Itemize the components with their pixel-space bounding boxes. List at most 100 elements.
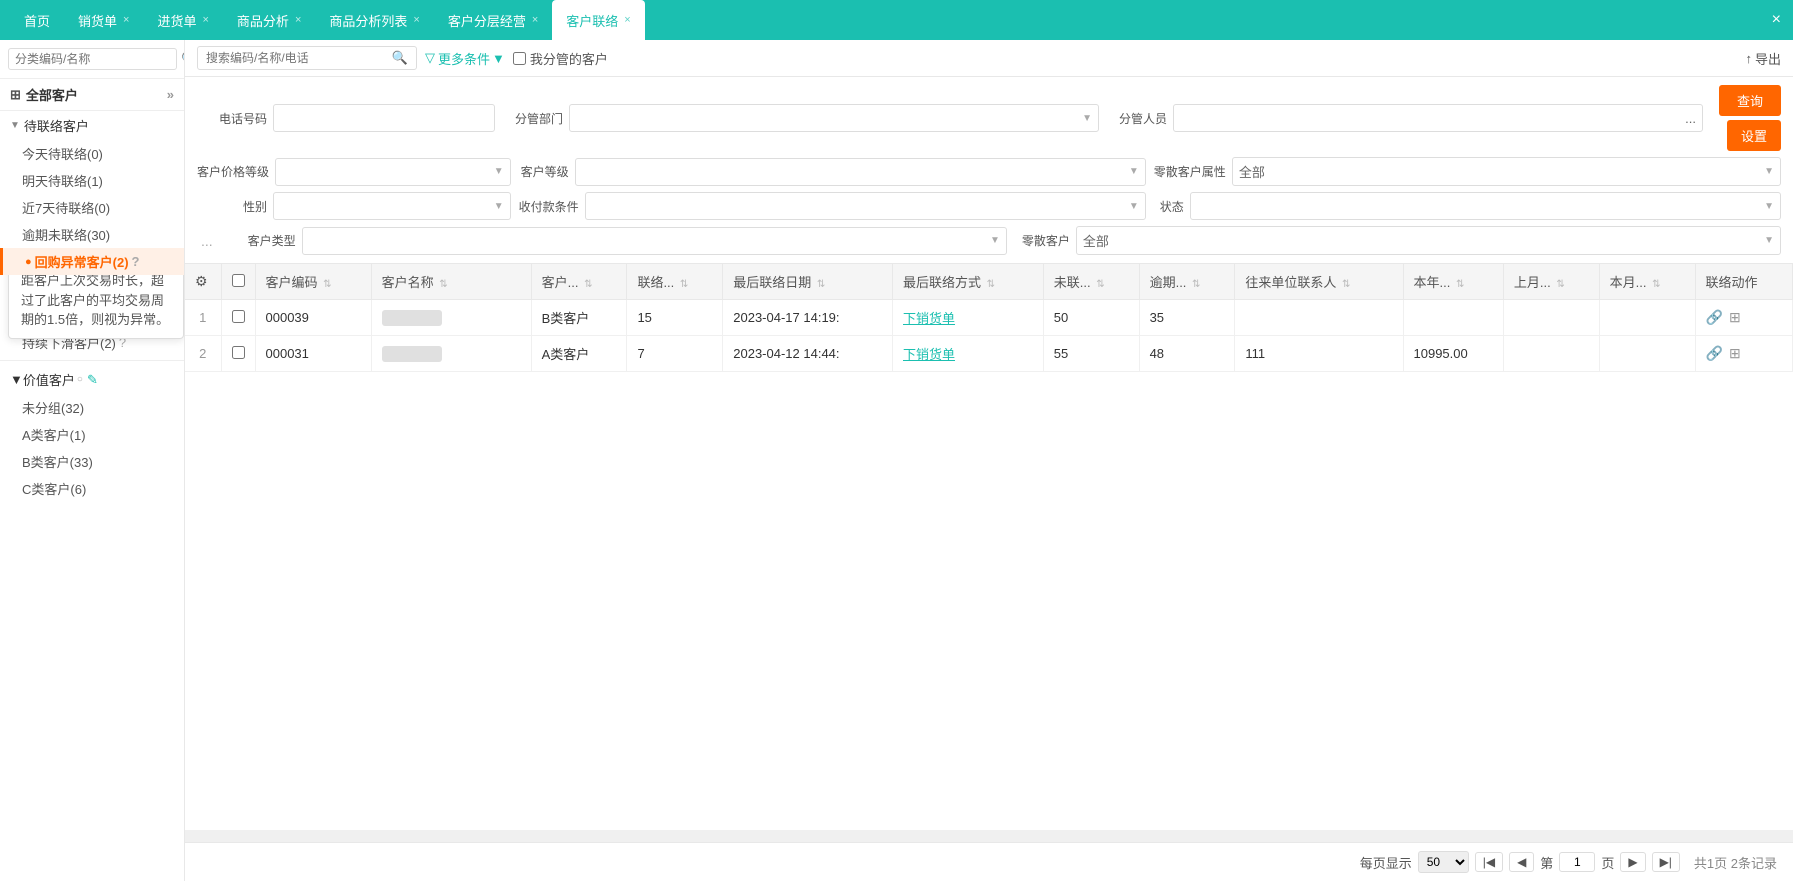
person-label: 分管人员 [1107, 110, 1167, 127]
row-grid-icon[interactable]: ⊞ [1729, 345, 1741, 362]
nav-customer-segment[interactable]: 客户分层经营 × [434, 0, 552, 40]
sidebar-item-today[interactable]: 今天待联络(0) [0, 140, 184, 167]
retail-customer-select[interactable]: 全部 ▼ [1076, 226, 1781, 255]
sidebar-collapse-icon[interactable]: » [167, 87, 174, 102]
col-name[interactable]: 客户名称 ⇅ [371, 264, 531, 300]
close-sales-order-icon[interactable]: × [123, 14, 129, 26]
status-select[interactable]: ▼ [1190, 192, 1781, 220]
row-link-icon[interactable]: 🔗 [1706, 345, 1723, 362]
sidebar-item-unclassified[interactable]: 未分组(32) [0, 394, 184, 421]
row-num: 1 [185, 300, 221, 336]
grid-icon: ⊞ [10, 87, 21, 103]
prev-page-button[interactable]: ◀ [1509, 852, 1534, 872]
price-group-arrow-icon: ▼ [10, 372, 23, 387]
my-customers-checkbox[interactable] [513, 52, 526, 65]
nav-purchase-order[interactable]: 进货单 × [143, 0, 222, 40]
col-last-date[interactable]: 最后联络日期 ⇅ [723, 264, 893, 300]
export-button[interactable]: ↑ 导出 [1745, 49, 1781, 68]
col-type[interactable]: 客户... ⇅ [531, 264, 627, 300]
row-last-date: 2023-04-12 14:44: [723, 336, 893, 372]
table-settings-icon[interactable]: ⚙ [195, 273, 208, 289]
price-select-arrow: ▼ [494, 166, 504, 177]
sidebar-item-overdue[interactable]: 逾期未联络(30) [0, 221, 184, 248]
col-code[interactable]: 客户编码 ⇅ [255, 264, 371, 300]
close-purchase-order-icon[interactable]: × [202, 14, 208, 26]
col-last-month[interactable]: 上月... ⇅ [1503, 264, 1599, 300]
filter-customer-level: 客户等级 ▼ [519, 158, 1146, 186]
per-page-select[interactable]: 50 100 200 [1418, 851, 1469, 873]
customer-level-select[interactable]: ▼ [575, 158, 1146, 186]
col-contact-count[interactable]: 联络... ⇅ [627, 264, 723, 300]
search-icon[interactable]: 🔍 [392, 50, 408, 66]
close-all-tabs-button[interactable]: × [1772, 11, 1781, 29]
filter-retail-attr: 零散客户属性 全部 ▼ [1154, 157, 1781, 186]
row-contacts: 111 [1235, 336, 1403, 372]
nav-product-analysis[interactable]: 商品分析 × [223, 0, 315, 40]
last-page-button[interactable]: ▶| [1652, 852, 1680, 872]
row-unlinked: 55 [1043, 336, 1139, 372]
retail-attr-label: 零散客户属性 [1154, 163, 1226, 180]
pending-group-title[interactable]: ▼ 待联络客户 [0, 111, 184, 140]
select-all-checkbox[interactable] [232, 274, 245, 287]
col-checkbox [221, 264, 255, 300]
row-checkbox[interactable] [232, 310, 245, 323]
my-customers-filter[interactable]: 我分管的客户 [513, 49, 608, 68]
more-conditions-button[interactable]: ▽ 更多条件 ▼ [425, 49, 505, 68]
row-grid-icon[interactable]: ⊞ [1729, 309, 1741, 326]
sidebar-item-tomorrow[interactable]: 明天待联络(1) [0, 167, 184, 194]
payment-select[interactable]: ▼ [585, 192, 1146, 220]
sidebar-search-input[interactable] [8, 48, 177, 70]
sidebar-item-abnormal[interactable]: ● 回购异常客户(2) ? [0, 248, 184, 275]
person-select[interactable]: ... [1173, 104, 1703, 132]
close-product-analysis-icon[interactable]: × [295, 14, 301, 26]
nav-home[interactable]: 首页 [10, 0, 64, 40]
more-dots[interactable]: ... [197, 233, 217, 249]
sidebar-item-a-class[interactable]: A类客户(1) [0, 421, 184, 448]
first-page-button[interactable]: |◀ [1475, 852, 1503, 872]
next-page-button[interactable]: ▶ [1620, 852, 1645, 872]
sidebar-price-group: ▼ 价值客户 ○ ✎ [0, 365, 184, 394]
pending-group: ▼ 待联络客户 今天待联络(0) 明天待联络(1) 近7天待联络(0) 逾期未联… [0, 111, 184, 248]
close-product-analysis-list-icon[interactable]: × [413, 14, 419, 26]
col-contacts[interactable]: 往来单位联系人 ⇅ [1235, 264, 1403, 300]
close-customer-contact-icon[interactable]: × [624, 14, 630, 26]
table-row: 1 000039 B类客户 15 2023-04-17 14:19: 下销货单 … [185, 300, 1793, 336]
col-last-method[interactable]: 最后联络方式 ⇅ [893, 264, 1044, 300]
sidebar-search-icon[interactable]: 🔍 [181, 51, 185, 67]
sidebar-item-week[interactable]: 近7天待联络(0) [0, 194, 184, 221]
phone-input[interactable] [273, 104, 495, 132]
col-this-month[interactable]: 本月... ⇅ [1599, 264, 1695, 300]
sidebar-item-b-class[interactable]: B类客户(33) [0, 448, 184, 475]
filter-row-3: 性别 ▼ 收付款条件 ▼ 状态 ▼ [197, 192, 1781, 220]
filter-dept: 分管部门 ▼ [503, 104, 1099, 132]
price-level-select[interactable]: ▼ [275, 158, 511, 186]
col-overdue[interactable]: 逾期... ⇅ [1139, 264, 1235, 300]
sidebar-item-c-class[interactable]: C类客户(6) [0, 475, 184, 502]
nav-product-analysis-list[interactable]: 商品分析列表 × [315, 0, 433, 40]
filter-row-2: 客户价格等级 ▼ 客户等级 ▼ 零散客户属性 全部 ▼ [197, 157, 1781, 186]
export-icon: ↑ [1745, 51, 1752, 66]
row-checkbox[interactable] [232, 346, 245, 359]
btn-area: 查询 设置 [1719, 85, 1781, 151]
horizontal-scrollbar[interactable] [185, 830, 1793, 842]
dept-select[interactable]: ▼ [569, 104, 1099, 132]
edit-icon[interactable]: ✎ [87, 372, 98, 388]
gender-select[interactable]: ▼ [273, 192, 511, 220]
col-this-year[interactable]: 本年... ⇅ [1403, 264, 1503, 300]
query-button[interactable]: 查询 [1719, 85, 1781, 116]
page-suffix: 页 [1601, 853, 1614, 872]
nav-customer-contact[interactable]: 客户联络 × [552, 0, 644, 40]
search-input[interactable] [206, 51, 388, 65]
settings-button[interactable]: 设置 [1727, 120, 1781, 151]
close-customer-segment-icon[interactable]: × [532, 14, 538, 26]
nav-sales-order[interactable]: 销货单 × [64, 0, 143, 40]
col-unlinked[interactable]: 未联... ⇅ [1043, 264, 1139, 300]
customer-type-select[interactable]: ▼ [302, 227, 1007, 255]
row-overdue: 48 [1139, 336, 1235, 372]
row-name [371, 336, 531, 372]
page-input[interactable] [1559, 852, 1595, 872]
retail-attr-select[interactable]: 全部 ▼ [1232, 157, 1781, 186]
filter-row-1: 电话号码 分管部门 ▼ 分管人员 ... 查询 设置 [197, 85, 1781, 151]
customer-table: ⚙ 客户编码 ⇅ 客户名称 ⇅ [185, 264, 1793, 372]
row-link-icon[interactable]: 🔗 [1706, 309, 1723, 326]
